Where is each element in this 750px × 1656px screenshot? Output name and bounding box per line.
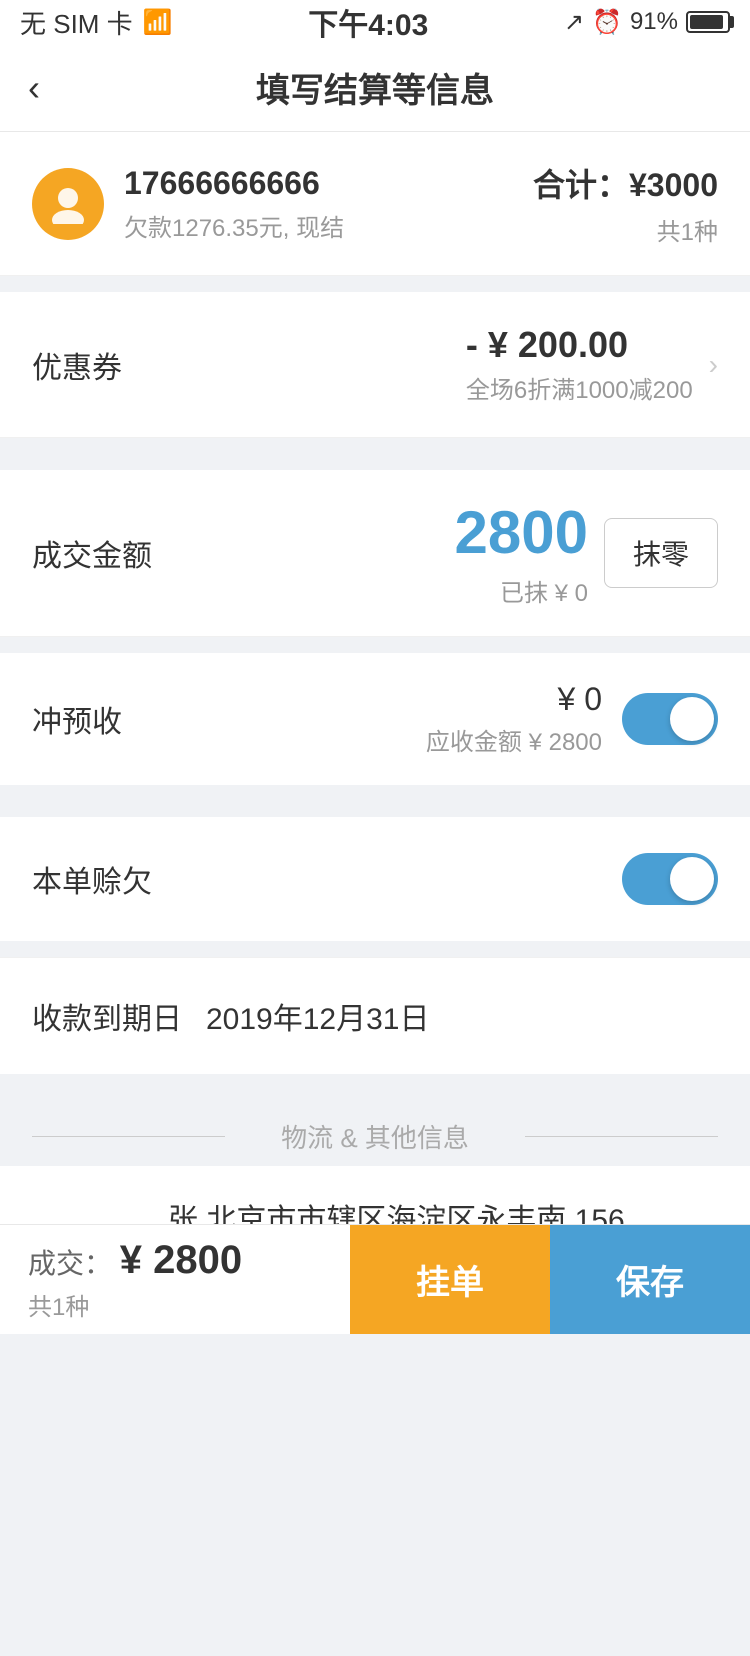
bottom-amount: ¥ 2800 [120, 1238, 242, 1282]
prepay-toggle[interactable] [622, 693, 718, 745]
status-time: 下午4:03 [308, 0, 428, 44]
total-amount: 合计：¥3000 [533, 160, 718, 206]
wifi-icon: 📶 [143, 8, 173, 37]
status-right: ↗ ⏰ 91% [564, 8, 730, 37]
page-title: 填写结算等信息 [256, 63, 494, 112]
customer-row: 17666666666 欠款1276.35元, 现结 合计：¥3000 共1种 [0, 132, 750, 276]
debt-row: 本单赊欠 [0, 817, 750, 941]
logistics-divider: 物流 & 其他信息 [0, 1106, 750, 1166]
bottom-sub: 共1种 [28, 1287, 322, 1322]
coupon-row[interactable]: 优惠券 - ¥ 200.00 全场6折满1000减200 › [0, 292, 750, 438]
status-bar: 无 SIM 卡 📶 下午4:03 ↗ ⏰ 91% [0, 0, 750, 44]
separator-3 [0, 1090, 750, 1106]
separator-1 [0, 454, 750, 470]
logistics-label: 物流 & 其他信息 [281, 1118, 469, 1155]
deal-label: 成交： [28, 1248, 112, 1279]
transaction-sub: 已抹 ¥ 0 [455, 573, 588, 608]
debt-label: 本单赊欠 [32, 857, 152, 901]
sim-status: 无 SIM 卡 [20, 4, 133, 41]
main-content: 17666666666 欠款1276.35元, 现结 合计：¥3000 共1种 … [0, 132, 750, 1656]
total-sub: 共1种 [533, 212, 718, 247]
status-left: 无 SIM 卡 📶 [20, 4, 173, 41]
coupon-label: 优惠券 [32, 343, 122, 387]
debt-toggle[interactable] [622, 853, 718, 905]
alarm-icon: ⏰ [592, 8, 622, 37]
avatar [32, 168, 104, 240]
location-icon: ↗ [564, 8, 584, 37]
duedate-row: 收款到期日 2019年12月31日 [0, 957, 750, 1074]
customer-phone: 17666666666 [124, 165, 344, 202]
save-button[interactable]: 保存 [550, 1225, 750, 1334]
duedate-label: 收款到期日 [32, 994, 182, 1038]
bottom-bar: 成交： ¥ 2800 共1种 挂单 保存 [0, 1224, 750, 1334]
prepay-label: 冲预收 [32, 697, 122, 741]
prepay-amount: ¥ 0 [426, 681, 602, 718]
separator-4 [0, 1336, 750, 1536]
prepay-sub: 应收金额 ¥ 2800 [426, 722, 602, 757]
customer-sub-info: 欠款1276.35元, 现结 [124, 208, 344, 243]
separator-2 [0, 801, 750, 817]
battery-percent: 91% [630, 8, 678, 36]
round-button[interactable]: 抹零 [604, 518, 718, 588]
transaction-amount: 2800 [455, 498, 588, 567]
coupon-amount: - ¥ 200.00 [466, 324, 693, 366]
back-button[interactable]: ‹ [28, 67, 40, 109]
transaction-label: 成交金额 [32, 531, 152, 575]
coupon-desc: 全场6折满1000减200 [466, 370, 693, 405]
duedate-value: 2019年12月31日 [206, 994, 429, 1038]
nav-bar: ‹ 填写结算等信息 [0, 44, 750, 132]
transaction-row: 成交金额 2800 已抹 ¥ 0 抹零 [0, 470, 750, 637]
hang-button[interactable]: 挂单 [350, 1225, 550, 1334]
chevron-right-icon: › [709, 349, 718, 381]
prepay-row: 冲预收 ¥ 0 应收金额 ¥ 2800 [0, 653, 750, 785]
battery-icon [686, 11, 730, 33]
